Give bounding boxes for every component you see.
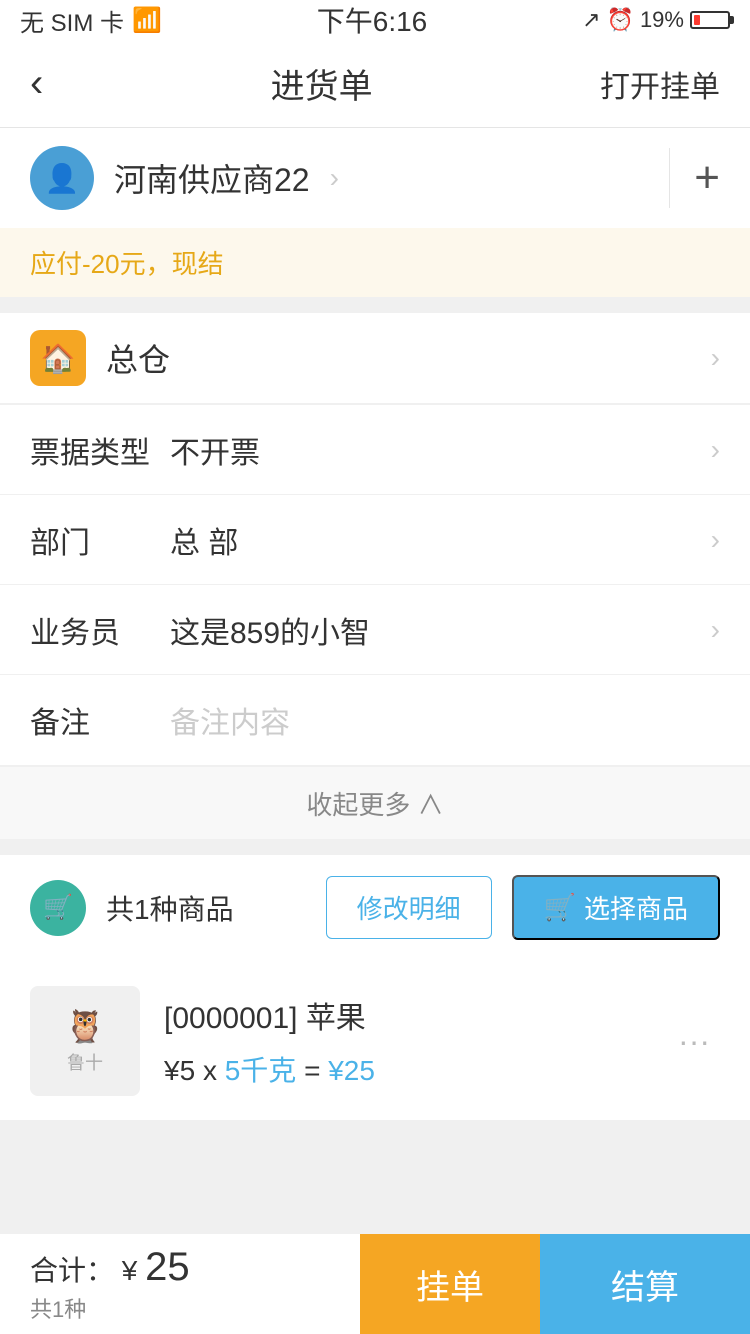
invoice-chevron-icon: › xyxy=(711,434,720,466)
department-value: 总 部 xyxy=(170,518,711,562)
avatar-icon: 👤 xyxy=(45,162,80,195)
bottom-bar: 合计： ¥ 25 共1种 挂单 结算 xyxy=(0,1234,750,1334)
supplier-section: 👤 河南供应商22 › + 应付-20元，现结 xyxy=(0,128,750,297)
product-total: ¥25 xyxy=(328,1055,375,1086)
alarm-icon: ⏰ xyxy=(607,7,634,33)
status-right: ↗ ⏰ 19% xyxy=(582,7,730,33)
salesman-row[interactable]: 业务员 这是859的小智 › xyxy=(0,585,750,675)
collapse-label: 收起更多 ∧ xyxy=(306,785,443,822)
remark-row[interactable]: 备注 备注内容 xyxy=(0,675,750,765)
select-product-button[interactable]: 🛒 选择商品 xyxy=(512,875,720,940)
remark-label: 备注 xyxy=(30,698,170,742)
product-thumbnail: 🦉 鲁十 xyxy=(30,986,140,1096)
status-left: 无 SIM 卡 📶 xyxy=(20,3,162,38)
salesman-value: 这是859的小智 xyxy=(170,608,711,652)
product-equals: = xyxy=(304,1055,328,1086)
warehouse-chevron-icon: › xyxy=(711,342,720,374)
open-pending-button[interactable]: 打开挂单 xyxy=(600,62,720,106)
supplier-name: 河南供应商22 xyxy=(114,155,310,201)
shopping-icon: 🛒 xyxy=(43,893,73,922)
department-label: 部门 xyxy=(30,518,170,562)
form-section: 票据类型 不开票 › 部门 总 部 › 业务员 这是859的小智 › 备注 备注… xyxy=(0,405,750,765)
salesman-chevron-icon: › xyxy=(711,614,720,646)
select-product-icon: 🛒 xyxy=(544,892,576,923)
total-label: 合计： xyxy=(30,1255,114,1286)
department-chevron-icon: › xyxy=(711,524,720,556)
product-code: [0000001] xyxy=(164,1002,297,1035)
back-button[interactable]: ‹ xyxy=(30,61,43,106)
invoice-row[interactable]: 票据类型 不开票 › xyxy=(0,405,750,495)
content: 👤 河南供应商22 › + 应付-20元，现结 🏠 总仓 › 票据类型 不开票 … xyxy=(0,128,750,1242)
product-thumb-icon: 🦉 鲁十 xyxy=(65,1007,105,1075)
total-amount: 25 xyxy=(145,1245,190,1289)
department-row[interactable]: 部门 总 部 › xyxy=(0,495,750,585)
battery-icon xyxy=(690,11,730,29)
warehouse-icon: 🏠 xyxy=(30,330,86,386)
warehouse-name: 总仓 xyxy=(106,335,711,381)
divider xyxy=(669,148,670,208)
add-supplier-button[interactable]: + xyxy=(694,153,720,203)
remark-input[interactable]: 备注内容 xyxy=(170,698,290,742)
product-info: [0000001] 苹果 ¥5 x 5千克 = ¥25 xyxy=(164,993,668,1089)
supplier-left: 👤 河南供应商22 › xyxy=(30,146,645,210)
location-icon: ↗ xyxy=(582,7,600,33)
total-unit: ¥ xyxy=(122,1255,138,1286)
battery-percent: 19% xyxy=(640,7,684,33)
supplier-alert: 应付-20元，现结 xyxy=(0,228,750,297)
warehouse-row[interactable]: 🏠 总仓 › xyxy=(0,313,750,403)
product-name: [0000001] 苹果 xyxy=(164,993,668,1037)
salesman-label: 业务员 xyxy=(30,608,170,652)
product-multiply: x xyxy=(203,1055,225,1086)
product-section: 🛒 共1种商品 修改明细 🛒 选择商品 🦉 鲁十 [0000001] 苹果 xyxy=(0,855,750,1120)
supplier-row[interactable]: 👤 河南供应商22 › + xyxy=(0,128,750,228)
invoice-label: 票据类型 xyxy=(30,428,170,472)
total-count: 共1种 xyxy=(30,1292,330,1324)
modify-detail-button[interactable]: 修改明细 xyxy=(326,876,492,939)
page-title: 进货单 xyxy=(271,59,373,108)
status-bar: 无 SIM 卡 📶 下午6:16 ↗ ⏰ 19% xyxy=(0,0,750,40)
product-more-button[interactable]: ··· xyxy=(668,1013,720,1070)
total-row: 合计： ¥ 25 xyxy=(30,1245,330,1290)
select-product-label: 选择商品 xyxy=(584,889,688,926)
product-header: 🛒 共1种商品 修改明细 🛒 选择商品 xyxy=(0,855,750,960)
product-unit-price: ¥5 xyxy=(164,1055,195,1086)
supplier-chevron-icon: › xyxy=(330,162,339,194)
status-time: 下午6:16 xyxy=(317,0,428,40)
supplier-avatar: 👤 xyxy=(30,146,94,210)
product-count-text: 共1种商品 xyxy=(106,888,306,928)
invoice-value: 不开票 xyxy=(170,428,711,472)
pending-button[interactable]: 挂单 xyxy=(360,1234,540,1334)
carrier-text: 无 SIM 卡 xyxy=(20,3,124,38)
product-count-icon: 🛒 xyxy=(30,880,86,936)
warehouse-section: 🏠 总仓 › xyxy=(0,313,750,403)
nav-bar: ‹ 进货单 打开挂单 xyxy=(0,40,750,128)
collapse-row[interactable]: 收起更多 ∧ xyxy=(0,767,750,839)
product-item: 🦉 鲁十 [0000001] 苹果 ¥5 x 5千克 = ¥25 ··· xyxy=(0,962,750,1120)
product-price-row: ¥5 x 5千克 = ¥25 xyxy=(164,1049,668,1089)
product-quantity: 5千克 xyxy=(225,1055,297,1086)
total-section: 合计： ¥ 25 共1种 xyxy=(0,1245,360,1324)
checkout-button[interactable]: 结算 xyxy=(540,1234,750,1334)
product-title: 苹果 xyxy=(306,1002,366,1035)
wifi-icon: 📶 xyxy=(132,6,162,35)
